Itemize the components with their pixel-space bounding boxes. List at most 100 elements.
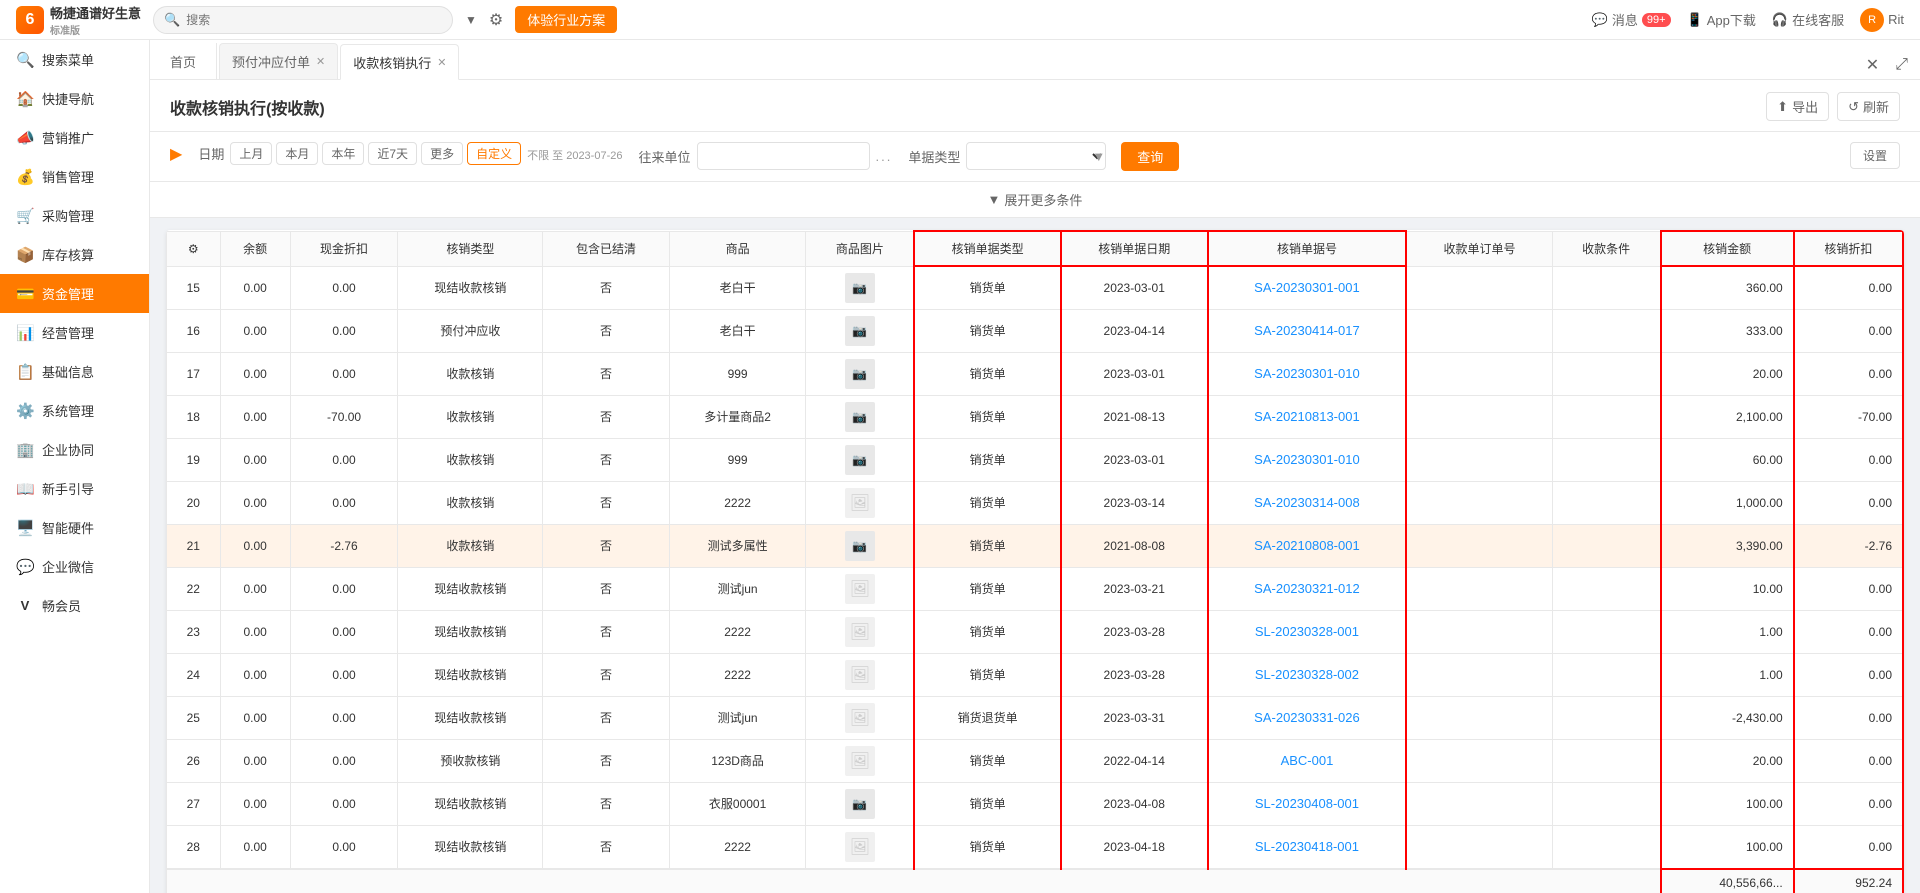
table-container[interactable]: ⚙ 余额 现金折扣 核销类型 包含已结清 商品 商品图片 核销单据类型 核销单据… bbox=[150, 218, 1920, 893]
sidebar-item-hardware[interactable]: 🖥️ 智能硬件 bbox=[0, 508, 149, 547]
sidebar-item-inventory[interactable]: 📦 库存核算 bbox=[0, 235, 149, 274]
cancel-type-cell: 现结收款核销 bbox=[398, 610, 543, 653]
guide-icon: 📖 bbox=[16, 480, 34, 498]
sidebar-item-sales[interactable]: 💰 销售管理 bbox=[0, 157, 149, 196]
sidebar-item-operations[interactable]: 📊 经营管理 bbox=[0, 313, 149, 352]
cancel-bill-type-cell: 销货单 bbox=[914, 610, 1061, 653]
page-content: 收款核销执行(按收款) ⬆ 导出 ↺ 刷新 ▶ bbox=[150, 80, 1920, 893]
cancel-bill-no-link[interactable]: SA-20230321-012 bbox=[1254, 581, 1360, 596]
sidebar-item-basic-info[interactable]: 📋 基础信息 bbox=[0, 352, 149, 391]
search-box[interactable]: 🔍 bbox=[153, 6, 453, 34]
online-service-item[interactable]: 🎧 在线客服 bbox=[1772, 10, 1844, 29]
cancel-bill-date-cell: 2023-03-14 bbox=[1061, 481, 1208, 524]
cancel-type-cell: 预付冲应收 bbox=[398, 309, 543, 352]
cancel-amount-cell: 2,100.00 bbox=[1661, 395, 1794, 438]
sidebar-item-wechat[interactable]: 💬 企业微信 bbox=[0, 547, 149, 586]
sidebar-item-hardware-label: 智能硬件 bbox=[42, 518, 94, 537]
tab-collection[interactable]: 收款核销执行 ✕ bbox=[340, 44, 459, 80]
export-button[interactable]: ⬆ 导出 bbox=[1766, 92, 1829, 121]
cancel-bill-no-cell: SA-20230301-010 bbox=[1208, 438, 1407, 481]
page-title: 收款核销执行(按收款) bbox=[170, 95, 325, 129]
sidebar-item-member[interactable]: V 畅会员 bbox=[0, 586, 149, 625]
cancel-type-cell: 现结收款核销 bbox=[398, 825, 543, 869]
sidebar-item-enterprise-label: 企业协同 bbox=[42, 440, 94, 459]
date-btn-more[interactable]: 更多 bbox=[421, 142, 463, 165]
cash-discount-cell: 0.00 bbox=[290, 825, 398, 869]
cancel-bill-no-link[interactable]: SL-20230328-002 bbox=[1255, 667, 1359, 682]
query-button[interactable]: 查询 bbox=[1121, 142, 1179, 171]
cancel-bill-type-cell: 销货单 bbox=[914, 438, 1061, 481]
table-row: 19 0.00 0.00 收款核销 否 999 📷 销货单 2023-03-01… bbox=[167, 438, 1904, 481]
sidebar-item-wechat-label: 企业微信 bbox=[42, 557, 94, 576]
cancel-bill-no-link[interactable]: SA-20230314-008 bbox=[1254, 495, 1360, 510]
collection-order-no-cell bbox=[1406, 481, 1552, 524]
include-settled-cell: 否 bbox=[543, 309, 669, 352]
sidebar-item-quick-nav[interactable]: 🏠 快捷导航 bbox=[0, 79, 149, 118]
date-btn-custom[interactable]: 自定义 bbox=[467, 142, 521, 165]
date-btn-this-year[interactable]: 本年 bbox=[322, 142, 364, 165]
tab-home[interactable]: 首页 bbox=[150, 43, 217, 79]
refresh-button[interactable]: ↺ 刷新 bbox=[1837, 92, 1900, 121]
sidebar-item-marketing[interactable]: 📣 营销推广 bbox=[0, 118, 149, 157]
expand-conditions-label: 展开更多条件 bbox=[1004, 190, 1082, 209]
th-settings[interactable]: ⚙ bbox=[167, 231, 221, 266]
settings-icon[interactable]: ⚙ bbox=[489, 10, 503, 30]
collection-order-no-cell bbox=[1406, 524, 1552, 567]
collection-condition-cell bbox=[1552, 739, 1660, 782]
tab-prepay-close[interactable]: ✕ bbox=[316, 55, 325, 68]
collection-order-no-cell bbox=[1406, 567, 1552, 610]
settings-button[interactable]: 设置 bbox=[1850, 142, 1900, 169]
tab-prepay[interactable]: 预付冲应付单 ✕ bbox=[219, 43, 338, 79]
home-icon: 🏠 bbox=[16, 90, 34, 108]
filter-expand-arrow[interactable]: ▶ bbox=[170, 144, 182, 164]
cancel-bill-no-link[interactable]: SA-20230301-001 bbox=[1254, 280, 1360, 295]
filter-date-btns: 上月 本月 本年 近7天 更多 自定义 bbox=[230, 142, 521, 165]
product-cell: 2222 bbox=[669, 825, 806, 869]
cancel-bill-no-link[interactable]: SA-20230331-026 bbox=[1254, 710, 1360, 725]
cancel-bill-no-link[interactable]: SA-20230414-017 bbox=[1254, 323, 1360, 338]
date-btn-7days[interactable]: 近7天 bbox=[368, 142, 417, 165]
cancel-bill-date-cell: 2023-03-01 bbox=[1061, 266, 1208, 309]
cancel-bill-no-link[interactable]: SA-20230301-010 bbox=[1254, 366, 1360, 381]
sidebar-item-quick-nav-label: 快捷导航 bbox=[42, 89, 94, 108]
cancel-bill-no-link[interactable]: SL-20230408-001 bbox=[1255, 796, 1359, 811]
row-num: 20 bbox=[167, 481, 221, 524]
hardware-icon: 🖥️ bbox=[16, 519, 34, 537]
row-num: 23 bbox=[167, 610, 221, 653]
collection-condition-cell bbox=[1552, 696, 1660, 739]
solution-button[interactable]: 体验行业方案 bbox=[515, 6, 617, 33]
app-download-item[interactable]: 📱 App下载 bbox=[1687, 10, 1756, 29]
dropdown-icon[interactable]: ▼ bbox=[465, 13, 477, 27]
cancel-bill-type-cell: 销货单 bbox=[914, 309, 1061, 352]
filter-date-group: 日期 上月 本月 本年 近7天 更多 自定义 不限 至 2023-07-26 bbox=[198, 142, 622, 165]
maximize-window-btn[interactable]: ⤢ bbox=[1891, 52, 1912, 78]
table-row: 17 0.00 0.00 收款核销 否 999 📷 销货单 2023-03-01… bbox=[167, 352, 1904, 395]
message-item[interactable]: 💬 消息 99+ bbox=[1592, 10, 1671, 29]
cash-discount-cell: 0.00 bbox=[290, 352, 398, 395]
sidebar-item-purchase[interactable]: 🛒 采购管理 bbox=[0, 196, 149, 235]
cancel-bill-no-link[interactable]: SL-20230328-001 bbox=[1255, 624, 1359, 639]
date-btn-this-month[interactable]: 本月 bbox=[276, 142, 318, 165]
user-name-item[interactable]: R Rit bbox=[1860, 8, 1904, 32]
filter-party-input[interactable] bbox=[697, 142, 870, 170]
cancel-bill-no-link[interactable]: SL-20230418-001 bbox=[1255, 839, 1359, 854]
cancel-bill-no-link[interactable]: SA-20210813-001 bbox=[1254, 409, 1360, 424]
cancel-amount-cell: 10.00 bbox=[1661, 567, 1794, 610]
expand-conditions-btn[interactable]: ▼ 展开更多条件 bbox=[980, 186, 1091, 213]
cancel-bill-no-link[interactable]: SA-20230301-010 bbox=[1254, 452, 1360, 467]
cash-discount-cell: 0.00 bbox=[290, 266, 398, 309]
sidebar-item-finance[interactable]: 💳 资金管理 bbox=[0, 274, 149, 313]
cancel-bill-no-link[interactable]: ABC-001 bbox=[1281, 753, 1334, 768]
sidebar-item-search-menu[interactable]: 🔍 搜索菜单 bbox=[0, 40, 149, 79]
filter-bill-type-select[interactable] bbox=[966, 142, 1106, 170]
date-btn-last-month[interactable]: 上月 bbox=[230, 142, 272, 165]
include-settled-cell: 否 bbox=[543, 567, 669, 610]
tab-collection-close[interactable]: ✕ bbox=[437, 56, 446, 69]
sidebar-item-system[interactable]: ⚙️ 系统管理 bbox=[0, 391, 149, 430]
sidebar-item-enterprise[interactable]: 🏢 企业协同 bbox=[0, 430, 149, 469]
sidebar-item-guide[interactable]: 📖 新手引导 bbox=[0, 469, 149, 508]
search-input[interactable] bbox=[186, 13, 442, 27]
cancel-bill-no-link[interactable]: SA-20210808-001 bbox=[1254, 538, 1360, 553]
refresh-icon: ↺ bbox=[1848, 99, 1859, 115]
close-window-btn[interactable]: ✕ bbox=[1862, 51, 1883, 79]
